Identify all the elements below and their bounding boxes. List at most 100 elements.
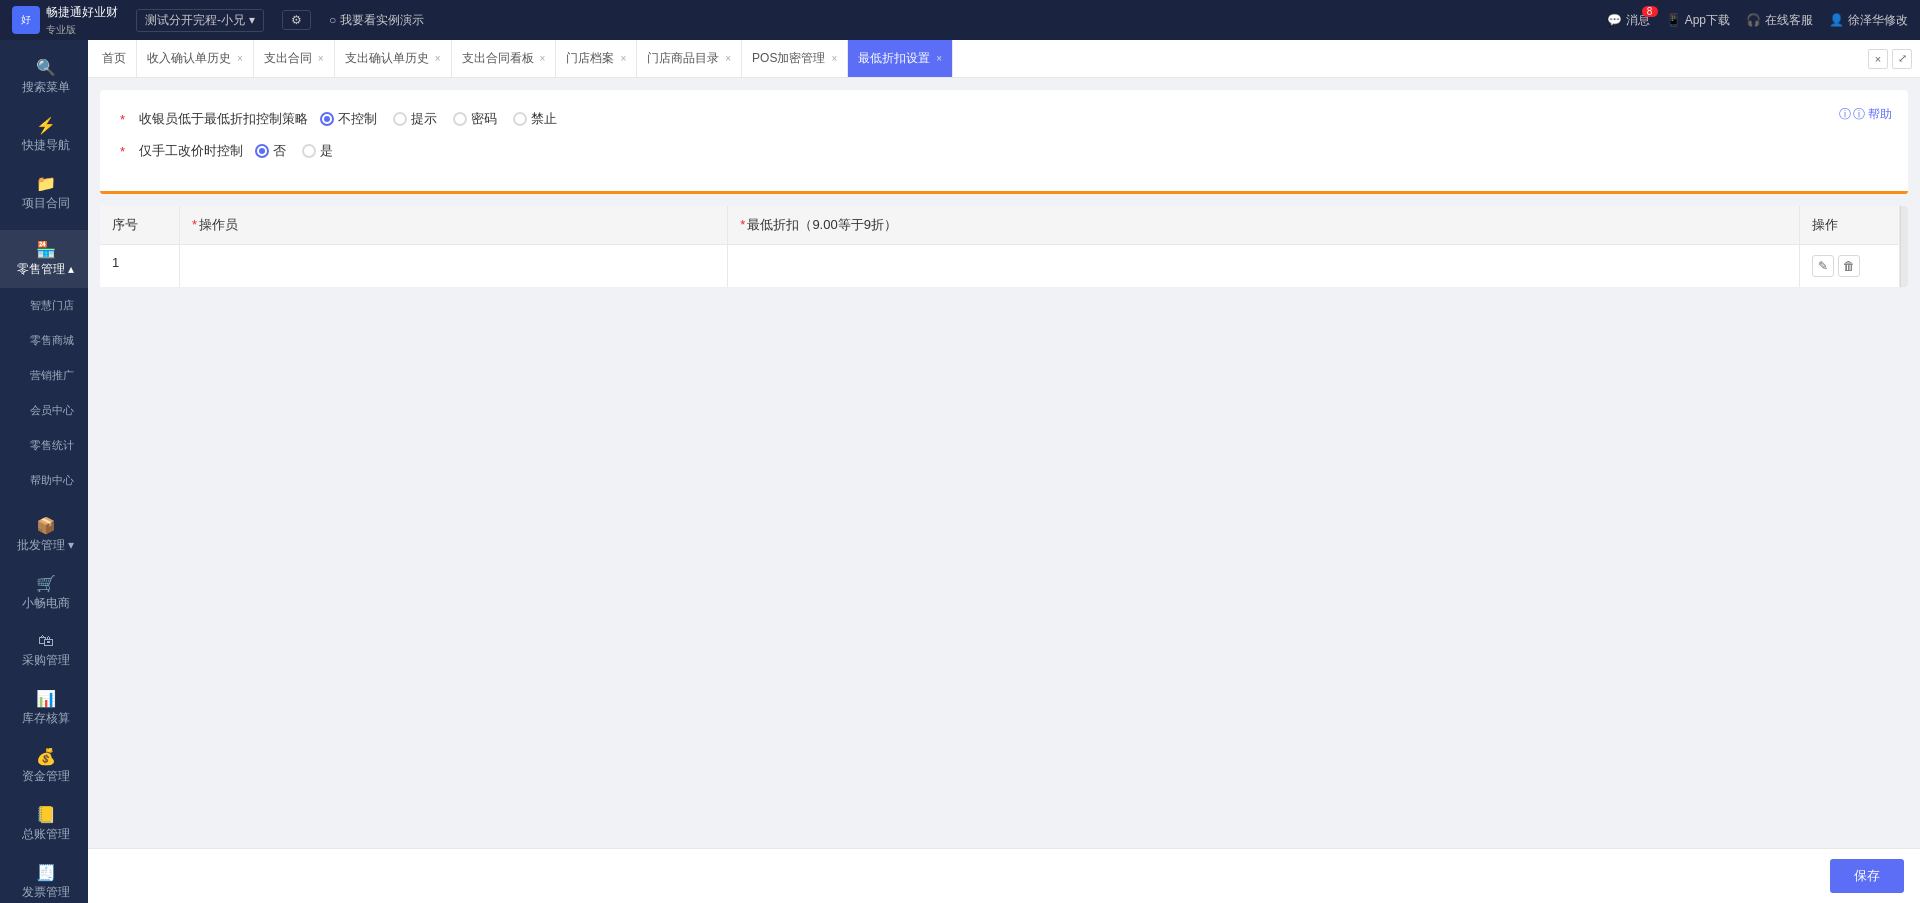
sidebar-label-shortcut: 快捷导航 (22, 137, 70, 154)
online-support-button[interactable]: 🎧 在线客服 (1746, 12, 1813, 29)
tab-expense-history-label: 支出确认单历史 (345, 50, 429, 67)
radio-forbid-label: 禁止 (531, 110, 557, 128)
tab-income-history-label: 收入确认单历史 (147, 50, 231, 67)
sidebar-label-inventory: 库存核算 (22, 710, 70, 727)
wholesale-icon: 📦 (36, 516, 56, 535)
sidebar-item-purchase[interactable]: 🛍 采购管理 (0, 622, 88, 679)
content-area: 首页 收入确认单历史 × 支出合同 × 支出确认单历史 × 支出合同看板 × 门… (88, 40, 1920, 903)
app-edition: 专业版 (46, 23, 118, 37)
tab-income-history-close[interactable]: × (237, 53, 243, 64)
radio-no-label: 否 (273, 142, 286, 160)
shortcut-icon: ⚡ (36, 116, 56, 135)
sidebar-item-retail-stats[interactable]: 零售统计 (0, 428, 88, 463)
radio-password[interactable]: 密码 (453, 110, 497, 128)
sidebar-item-wholesale[interactable]: 📦 批发管理 ▾ (0, 506, 88, 564)
project-name: 测试分开完程-小兄 (145, 12, 245, 29)
row-discount (728, 245, 1800, 287)
tab-income-history[interactable]: 收入确认单历史 × (137, 40, 254, 78)
sidebar-item-finance[interactable]: 💰 资金管理 (0, 737, 88, 795)
tab-contract-board-close[interactable]: × (540, 53, 546, 64)
ecommerce-icon: 🛒 (36, 574, 56, 593)
project-selector[interactable]: 测试分开完程-小兄 ▾ (136, 9, 264, 32)
sidebar-item-retail[interactable]: 🏪 零售管理 ▴ (0, 230, 88, 288)
tab-pos-security[interactable]: POS加密管理 × (742, 40, 848, 78)
tab-store-files[interactable]: 门店档案 × (556, 40, 637, 78)
save-button[interactable]: 保存 (1830, 859, 1904, 893)
radio-forbid[interactable]: 禁止 (513, 110, 557, 128)
tab-contract[interactable]: 支出合同 × (254, 40, 335, 78)
radio-remind[interactable]: 提示 (393, 110, 437, 128)
sidebar-item-invoice[interactable]: 🧾 发票管理 (0, 853, 88, 903)
tab-min-discount[interactable]: 最低折扣设置 × (848, 40, 953, 78)
scrollbar-placeholder (1900, 206, 1908, 244)
tab-expense-history[interactable]: 支出确认单历史 × (335, 40, 452, 78)
sidebar-item-online-store[interactable]: 零售商城 (0, 323, 88, 358)
tab-store-products-close[interactable]: × (725, 53, 731, 64)
tab-pos-security-label: POS加密管理 (752, 50, 825, 67)
app-name: 畅捷通好业财 (46, 4, 118, 21)
page-content: ⓘ ⓘ 帮助 * 收银员低于最低折扣控制策略 不控制 提示 (88, 78, 1920, 848)
message-badge: 8 (1642, 6, 1658, 17)
project-icon: 📁 (36, 174, 56, 193)
tab-home[interactable]: 首页 (92, 40, 137, 78)
cashier-policy-required: * (120, 112, 125, 127)
cashier-policy-radio-group: 不控制 提示 密码 禁止 (320, 110, 557, 128)
row-edit-button[interactable]: ✎ (1812, 255, 1834, 277)
user-menu-button[interactable]: 👤 徐泽华修改 (1829, 12, 1908, 29)
sidebar-item-shortcut[interactable]: ⚡ 快捷导航 (0, 106, 88, 164)
sidebar-item-accounting[interactable]: 📒 总账管理 (0, 795, 88, 853)
sidebar-item-smart-store[interactable]: 智慧门店 (0, 288, 88, 323)
invoice-icon: 🧾 (36, 863, 56, 882)
tab-expense-history-close[interactable]: × (435, 53, 441, 64)
radio-no-control[interactable]: 不控制 (320, 110, 377, 128)
tab-pos-security-close[interactable]: × (831, 53, 837, 64)
app-logo: 好 畅捷通好业财 专业版 (12, 4, 118, 37)
radio-no[interactable]: 否 (255, 142, 286, 160)
help-link[interactable]: ⓘ ⓘ 帮助 (1839, 106, 1892, 123)
message-icon: 💬 (1607, 13, 1622, 27)
sidebar-item-help[interactable]: 帮助中心 (0, 463, 88, 498)
manual-price-required: * (120, 144, 125, 159)
sidebar-item-marketing[interactable]: 营销推广 (0, 358, 88, 393)
col-action-header: 操作 (1800, 206, 1900, 244)
sidebar-label-project: 项目合同 (22, 195, 70, 212)
manual-price-row: * 仅手工改价时控制 否 是 (120, 142, 1888, 160)
tab-bar-actions: × ⤢ (1868, 49, 1916, 69)
demo-link[interactable]: ○ 我要看实例演示 (329, 12, 424, 29)
col-index-header: 序号 (100, 206, 180, 244)
tab-contract-board[interactable]: 支出合同看板 × (452, 40, 557, 78)
sidebar-item-project[interactable]: 📁 项目合同 (0, 164, 88, 222)
radio-no-circle (255, 144, 269, 158)
sidebar-item-ecommerce[interactable]: 🛒 小畅电商 (0, 564, 88, 622)
row-index: 1 (100, 245, 180, 287)
app-download-button[interactable]: 📱 App下载 (1666, 12, 1730, 29)
radio-no-control-circle (320, 112, 334, 126)
radio-yes[interactable]: 是 (302, 142, 333, 160)
table-panel: 序号 *操作员 *最低折扣（9.00等于9折） 操作 1 (100, 206, 1908, 288)
tab-home-label: 首页 (102, 50, 126, 67)
radio-password-circle (453, 112, 467, 126)
sidebar-item-search[interactable]: 🔍 搜索菜单 (0, 48, 88, 106)
tab-close-all-button[interactable]: × (1868, 49, 1888, 69)
user-name: 徐泽华修改 (1848, 12, 1908, 29)
sidebar-item-inventory[interactable]: 📊 库存核算 (0, 679, 88, 737)
tab-contract-close[interactable]: × (318, 53, 324, 64)
sidebar-label-retail: 零售管理 ▴ (17, 261, 74, 278)
tab-store-files-label: 门店档案 (566, 50, 614, 67)
sidebar-label-online-store: 零售商城 (30, 333, 74, 348)
sidebar-label-member: 会员中心 (30, 403, 74, 418)
table-row: 1 ✎ 🗑 (100, 245, 1908, 288)
purchase-icon: 🛍 (38, 632, 54, 650)
project-chevron: ▾ (249, 13, 255, 27)
accounting-icon: 📒 (36, 805, 56, 824)
settings-button[interactable]: ⚙ (282, 10, 311, 30)
message-button[interactable]: 💬 消息 8 (1607, 12, 1650, 29)
tab-store-products[interactable]: 门店商品目录 × (637, 40, 742, 78)
row-scrollbar (1900, 245, 1908, 287)
row-delete-button[interactable]: 🗑 (1838, 255, 1860, 277)
tab-expand-button[interactable]: ⤢ (1892, 49, 1912, 69)
form-panel: ⓘ ⓘ 帮助 * 收银员低于最低折扣控制策略 不控制 提示 (100, 90, 1908, 194)
tab-store-files-close[interactable]: × (620, 53, 626, 64)
sidebar-item-member[interactable]: 会员中心 (0, 393, 88, 428)
tab-min-discount-close[interactable]: × (936, 53, 942, 64)
